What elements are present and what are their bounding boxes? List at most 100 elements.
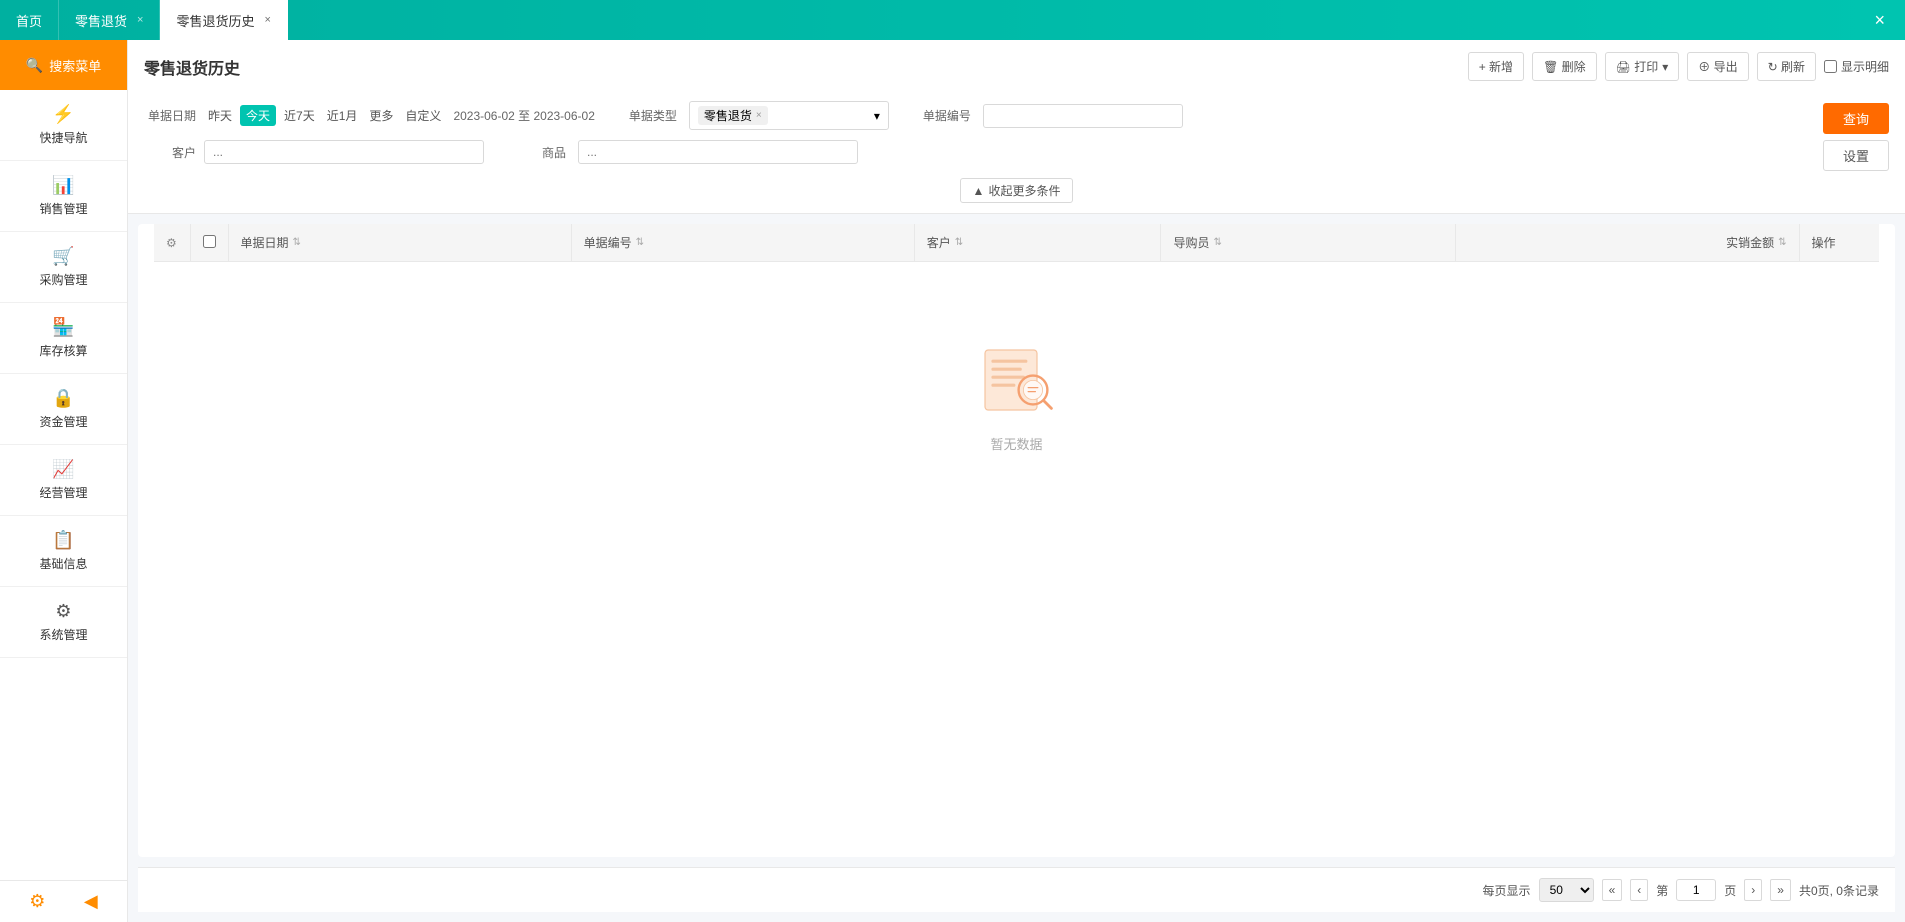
query-button[interactable]: 查询 [1823,103,1889,134]
voucher-type-label: 单据类型 [625,107,685,124]
tab-retail-return-label: 零售退货 [75,11,127,30]
goods-input[interactable] [578,140,858,164]
add-button[interactable]: + 新增 [1468,52,1524,81]
th-checkbox[interactable] [190,224,228,262]
toolbar: + 新增 🗑 删除 🖨 打印 ▾ ⊕ 导出 ↻ 刷新 [1468,52,1889,81]
sidebar-item-inventory[interactable]: 🏪 库存核算 [0,303,127,374]
th-amount-sort[interactable]: 实销金额 ⇅ [1468,234,1786,251]
tab-list: 首页 零售退货 × 零售退货历史 × [0,0,1866,40]
tab-retail-return-close[interactable]: × [137,14,143,26]
sidebar-item-sales-mgmt-label: 销售管理 [39,200,87,217]
search-icon: 🔍 [26,57,43,74]
voucher-type-dropdown-icon: ▾ [874,109,880,123]
filter-area: 单据日期 昨天 今天 近7天 近1月 更多 自定义 2023-06-02 至 2… [144,91,1889,213]
sidebar-item-inventory-label: 库存核算 [39,342,87,359]
sidebar-item-sales-mgmt[interactable]: 📊 销售管理 [0,161,127,232]
print-button[interactable]: 🖨 打印 ▾ [1605,52,1680,81]
tab-retail-return[interactable]: 零售退货 × [59,0,160,40]
table-header: ⚙ 单据日期 ⇅ 单据编号 [154,224,1879,262]
delete-button-label: 🗑 删除 [1543,58,1586,75]
tab-retail-return-history-label: 零售退货历史 [176,11,254,30]
print-button-label: 🖨 打印 [1616,58,1659,75]
tab-retail-return-history[interactable]: 零售退货历史 × [160,0,287,40]
th-customer[interactable]: 客户 ⇅ [914,224,1161,262]
sidebar-search[interactable]: 🔍 搜索菜单 [0,40,127,90]
th-voucher-no-sort[interactable]: 单据编号 ⇅ [584,234,902,251]
th-voucher-no[interactable]: 单据编号 ⇅ [571,224,914,262]
show-detail-checkbox-group[interactable]: 显示明细 [1824,58,1889,75]
th-voucher-no-sort-icon: ⇅ [636,237,644,248]
th-date[interactable]: 单据日期 ⇅ [228,224,571,262]
voucher-no-input[interactable] [983,104,1183,128]
top-bar-right: × [1866,10,1905,31]
page-size-select[interactable]: 50 10 20 100 [1539,878,1594,902]
voucher-type-select[interactable]: 零售退货 × ▾ [689,101,889,130]
date-shortcut-today[interactable]: 今天 [240,105,276,126]
voucher-no-label: 单据编号 [919,107,979,124]
empty-icon [967,342,1067,422]
th-amount[interactable]: 实销金额 ⇅ [1456,224,1799,262]
th-customer-sort[interactable]: 客户 ⇅ [927,234,1149,251]
th-customer-sort-icon: ⇅ [955,237,963,248]
th-customer-label: 客户 [927,234,951,251]
th-operation: 操作 [1799,224,1879,262]
customer-input[interactable] [204,140,484,164]
voucher-type-tag: 零售退货 × [698,106,768,125]
sidebar-item-purchase-mgmt[interactable]: 🛒 采购管理 [0,232,127,303]
first-page-button[interactable]: « [1602,879,1623,901]
sidebar-item-quick-nav-label: 快捷导航 [39,129,87,146]
refresh-button[interactable]: ↻ 刷新 [1757,52,1816,81]
current-page-input[interactable] [1676,879,1716,901]
select-all-checkbox[interactable] [203,235,216,248]
tab-retail-return-history-close[interactable]: × [264,14,270,26]
add-button-label: + 新增 [1479,58,1513,75]
filter-row-1: 单据日期 昨天 今天 近7天 近1月 更多 自定义 2023-06-02 至 2… [144,101,1823,130]
sidebar-item-finance[interactable]: 🔒 资金管理 [0,374,127,445]
last-page-button[interactable]: » [1770,879,1791,901]
column-settings-icon[interactable]: ⚙ [166,236,177,250]
voucher-type-group: 单据类型 零售退货 × ▾ [625,101,889,130]
sidebar-collapse-icon[interactable]: ◀ [84,891,98,912]
inventory-icon: 🏪 [52,317,74,338]
export-button[interactable]: ⊕ 导出 [1687,52,1748,81]
sidebar-item-basic-info[interactable]: 📋 基础信息 [0,516,127,587]
date-shortcut-7days[interactable]: 近7天 [280,105,319,126]
sidebar-item-operations[interactable]: 📈 经营管理 [0,445,127,516]
refresh-button-label: ↻ 刷新 [1768,58,1805,75]
sidebar-item-purchase-mgmt-label: 采购管理 [39,271,87,288]
sidebar-item-system-mgmt[interactable]: ⚙ 系统管理 [0,587,127,658]
show-detail-label: 显示明细 [1841,58,1889,75]
th-settings[interactable]: ⚙ [154,224,190,262]
next-page-button[interactable]: › [1744,879,1762,901]
sidebar-item-quick-nav[interactable]: ⚡ 快捷导航 [0,90,127,161]
content-area: 零售退货历史 + 新增 🗑 删除 🖨 打印 ▾ ⊕ 导出 [128,40,1905,922]
delete-button[interactable]: 🗑 删除 [1532,52,1597,81]
date-shortcut-custom[interactable]: 自定义 [401,105,445,126]
customer-filter-label: 客户 [144,144,204,161]
th-guide-sort-icon: ⇅ [1213,237,1221,248]
show-detail-checkbox[interactable] [1824,60,1837,73]
print-dropdown-icon: ▾ [1662,60,1668,74]
export-button-label: ⊕ 导出 [1698,58,1737,75]
top-bar: 首页 零售退货 × 零售退货历史 × × [0,0,1905,40]
prev-page-button[interactable]: ‹ [1630,879,1648,901]
filter-row-2: 客户 商品 [144,140,1823,164]
date-filter-label: 单据日期 [144,107,204,124]
collapse-button[interactable]: ▲ 收起更多条件 [960,178,1074,203]
sidebar-item-basic-info-label: 基础信息 [39,555,87,572]
th-guide[interactable]: 导购员 ⇅ [1161,224,1456,262]
sidebar: 🔍 搜索菜单 ⚡ 快捷导航 📊 销售管理 🛒 采购管理 🏪 库存核算 🔒 [0,40,128,922]
tab-home[interactable]: 首页 [0,0,59,40]
date-shortcut-1month[interactable]: 近1月 [323,105,362,126]
table-header-row: ⚙ 单据日期 ⇅ 单据编号 [154,224,1879,262]
sidebar-settings-icon[interactable]: ⚙ [29,891,45,912]
voucher-type-tag-close[interactable]: × [756,110,762,121]
date-shortcut-more[interactable]: 更多 [365,105,397,126]
date-shortcuts: 昨天 今天 近7天 近1月 更多 自定义 2023-06-02 至 2023-0… [204,105,595,126]
th-date-sort[interactable]: 单据日期 ⇅ [241,234,559,251]
window-close-button[interactable]: × [1866,10,1893,31]
date-shortcut-yesterday[interactable]: 昨天 [204,105,236,126]
empty-state: 暂无数据 [154,262,1879,493]
th-guide-sort[interactable]: 导购员 ⇅ [1173,234,1443,251]
settings-button[interactable]: 设置 [1823,140,1889,171]
